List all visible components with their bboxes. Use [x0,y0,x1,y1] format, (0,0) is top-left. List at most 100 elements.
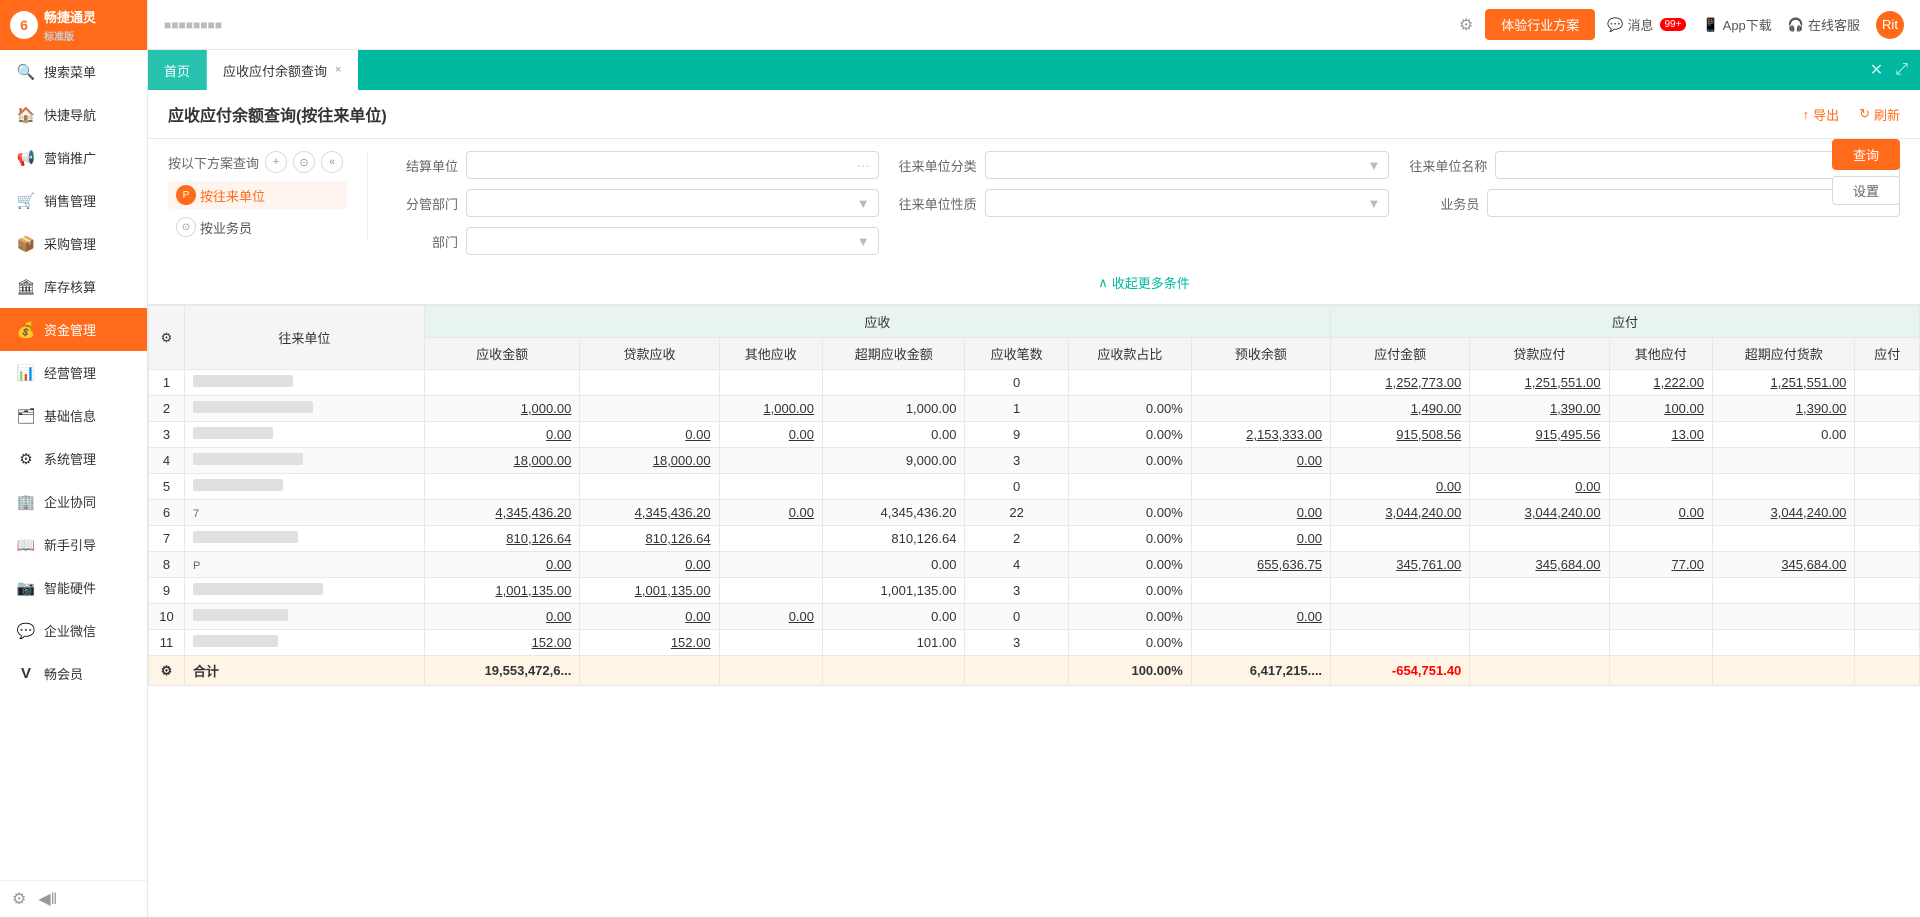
app-download-btn[interactable]: 📱 App下载 [1702,15,1771,34]
row-ysk-ye[interactable]: 0.00 [1191,500,1330,526]
row-dk-ysr[interactable]: 0.00 [580,422,719,448]
online-service-btn[interactable]: 🎧 在线客服 [1788,15,1860,34]
row-ysr-je[interactable]: 0.00 [424,552,580,578]
row-yf-je[interactable]: 1,490.00 [1331,396,1470,422]
add-scheme-btn[interactable]: + [265,151,287,173]
row-dk-ysr[interactable]: 152.00 [580,630,719,656]
row-dk-yf[interactable]: 3,044,240.00 [1470,500,1609,526]
message-btn[interactable]: 💬 消息 99+ [1607,15,1686,34]
row-ysr-je[interactable]: 1,001,135.00 [424,578,580,604]
window-expand-icon[interactable]: ⤢ [1895,61,1908,79]
row-dk-ysr[interactable]: 18,000.00 [580,448,719,474]
row-ysr-je[interactable]: 1,000.00 [424,396,580,422]
row-ysr-je[interactable]: 152.00 [424,630,580,656]
export-button[interactable]: ↑ 导出 [1803,105,1840,124]
collapse-icon[interactable]: ◀‖ [38,889,57,909]
row-qt-yf[interactable]: 0.00 [1609,500,1712,526]
tab-home[interactable]: 首页 [148,50,207,90]
row-ysr-je[interactable]: 4,345,436.20 [424,500,580,526]
row-ysr-je[interactable]: 0.00 [424,604,580,630]
sidebar-item-enterprise[interactable]: 🏢 企业协同 [0,480,147,523]
sidebar-item-sales[interactable]: 🛒 销售管理 [0,179,147,222]
row-ysk-ye[interactable]: 0.00 [1191,604,1330,630]
scheme-by-partner[interactable]: P 按往来单位 [168,181,347,209]
sidebar-item-system[interactable]: ⚙ 系统管理 [0,437,147,480]
page-actions: ↑ 导出 ↻ 刷新 [1803,105,1900,124]
export-label: 导出 [1813,105,1839,124]
row-dk-ysr[interactable]: 0.00 [580,552,719,578]
tab-close-icon[interactable]: × [335,64,341,76]
row-qt-yf[interactable]: 77.00 [1609,552,1712,578]
row-qt-ysr[interactable]: 0.00 [719,500,822,526]
row-dk-yf[interactable]: 0.00 [1470,474,1609,500]
row-yf-je[interactable]: 1,252,773.00 [1331,370,1470,396]
row-ysr-je[interactable]: 18,000.00 [424,448,580,474]
row-cq-ysr: 810,126.64 [823,526,965,552]
row-cq-yf[interactable]: 1,390.00 [1712,396,1854,422]
row-qt-ysr[interactable]: 0.00 [719,422,822,448]
sidebar-item-business[interactable]: 📊 经营管理 [0,351,147,394]
row-cq-yf[interactable]: 345,684.00 [1712,552,1854,578]
partner-cat-input[interactable]: ▼ [985,151,1390,179]
sidebar-item-inventory[interactable]: 🏛 库存核算 [0,265,147,308]
sidebar-item-quick-nav[interactable]: 🏠 快捷导航 [0,93,147,136]
window-close-icon[interactable]: ✕ [1870,60,1883,80]
row-yf-je[interactable]: 0.00 [1331,474,1470,500]
query-button[interactable]: 查询 [1832,139,1900,170]
col-settings-icon[interactable]: ⚙ [149,306,185,370]
row-ysr-je[interactable]: 810,126.64 [424,526,580,552]
fen-dept-input[interactable]: ▼ [466,189,879,217]
search-menu-icon: 🔍 [16,63,36,81]
settings-bottom-icon[interactable]: ⚙ [12,889,26,909]
expand-scheme-btn[interactable]: « [321,151,343,173]
row-dk-yf[interactable]: 1,251,551.00 [1470,370,1609,396]
solution-button[interactable]: 体验行业方案 [1485,9,1595,40]
refresh-button[interactable]: ↻ 刷新 [1859,105,1900,124]
settings-gear-icon[interactable]: ⚙ [1459,15,1473,35]
row-dk-ysr[interactable]: 4,345,436.20 [580,500,719,526]
sidebar-item-finance[interactable]: 💰 资金管理 [0,308,147,351]
user-avatar[interactable]: Rit [1876,11,1904,39]
row-ysk-ye[interactable]: 655,636.75 [1191,552,1330,578]
row-cq-yf[interactable]: 3,044,240.00 [1712,500,1854,526]
setting-button[interactable]: 设置 [1832,176,1900,205]
scheme-by-salesperson[interactable]: ⊙ 按业务员 [168,213,347,241]
row-qt-yf[interactable]: 100.00 [1609,396,1712,422]
sidebar-item-search-menu[interactable]: 🔍 搜索菜单 [0,50,147,93]
row-dk-ysr[interactable]: 1,001,135.00 [580,578,719,604]
row-yf-je[interactable]: 345,761.00 [1331,552,1470,578]
sidebar-item-marketing[interactable]: 📢 营销推广 [0,136,147,179]
partner-nature-input[interactable]: ▼ [985,189,1390,217]
row-ysr-je[interactable]: 0.00 [424,422,580,448]
row-dk-ysr[interactable]: 0.00 [580,604,719,630]
row-dk-yf[interactable]: 345,684.00 [1470,552,1609,578]
row-cq-yf [1712,578,1854,604]
row-idx: 8 [149,552,185,578]
sidebar-item-purchase[interactable]: 📦 采购管理 [0,222,147,265]
row-dk-yf[interactable]: 915,495.56 [1470,422,1609,448]
sidebar-item-vip[interactable]: V 畅会员 [0,652,147,695]
row-qt-ysr[interactable]: 1,000.00 [719,396,822,422]
row-dk-yf[interactable]: 1,390.00 [1470,396,1609,422]
sidebar-item-corp-wechat[interactable]: 💬 企业微信 [0,609,147,652]
table-area[interactable]: ⚙ 往来单位 应收 应付 应收金额 贷款应收 其他应收 超期应收金额 应收笔数 … [148,305,1920,917]
edit-scheme-btn[interactable]: ⊙ [293,151,315,173]
row-ysk-ye[interactable]: 0.00 [1191,448,1330,474]
row-yf-je[interactable]: 3,044,240.00 [1331,500,1470,526]
tab-receivable-query[interactable]: 应收应付余额查询 × [207,50,358,90]
sidebar-item-guide[interactable]: 📖 新手引导 [0,523,147,566]
row-yf-je[interactable]: 915,508.56 [1331,422,1470,448]
row-ysk-ye[interactable]: 0.00 [1191,526,1330,552]
row-cq-yf[interactable]: 1,251,551.00 [1712,370,1854,396]
row-qt-yf[interactable]: 1,222.00 [1609,370,1712,396]
dept-input[interactable]: ▼ [466,227,879,255]
collapse-more-btn[interactable]: ∧ 收起更多条件 [388,273,1900,292]
sidebar-item-basic-info[interactable]: 🗂 基础信息 [0,394,147,437]
row-qt-ysr[interactable]: 0.00 [719,604,822,630]
row-dk-ysr[interactable]: 810,126.64 [580,526,719,552]
sidebar-item-smart-hw[interactable]: 📷 智能硬件 [0,566,147,609]
jiesuan-input[interactable]: ··· [466,151,879,179]
row-ysk-ye[interactable]: 2,153,333.00 [1191,422,1330,448]
finance-icon: 💰 [16,321,36,339]
row-qt-yf[interactable]: 13.00 [1609,422,1712,448]
